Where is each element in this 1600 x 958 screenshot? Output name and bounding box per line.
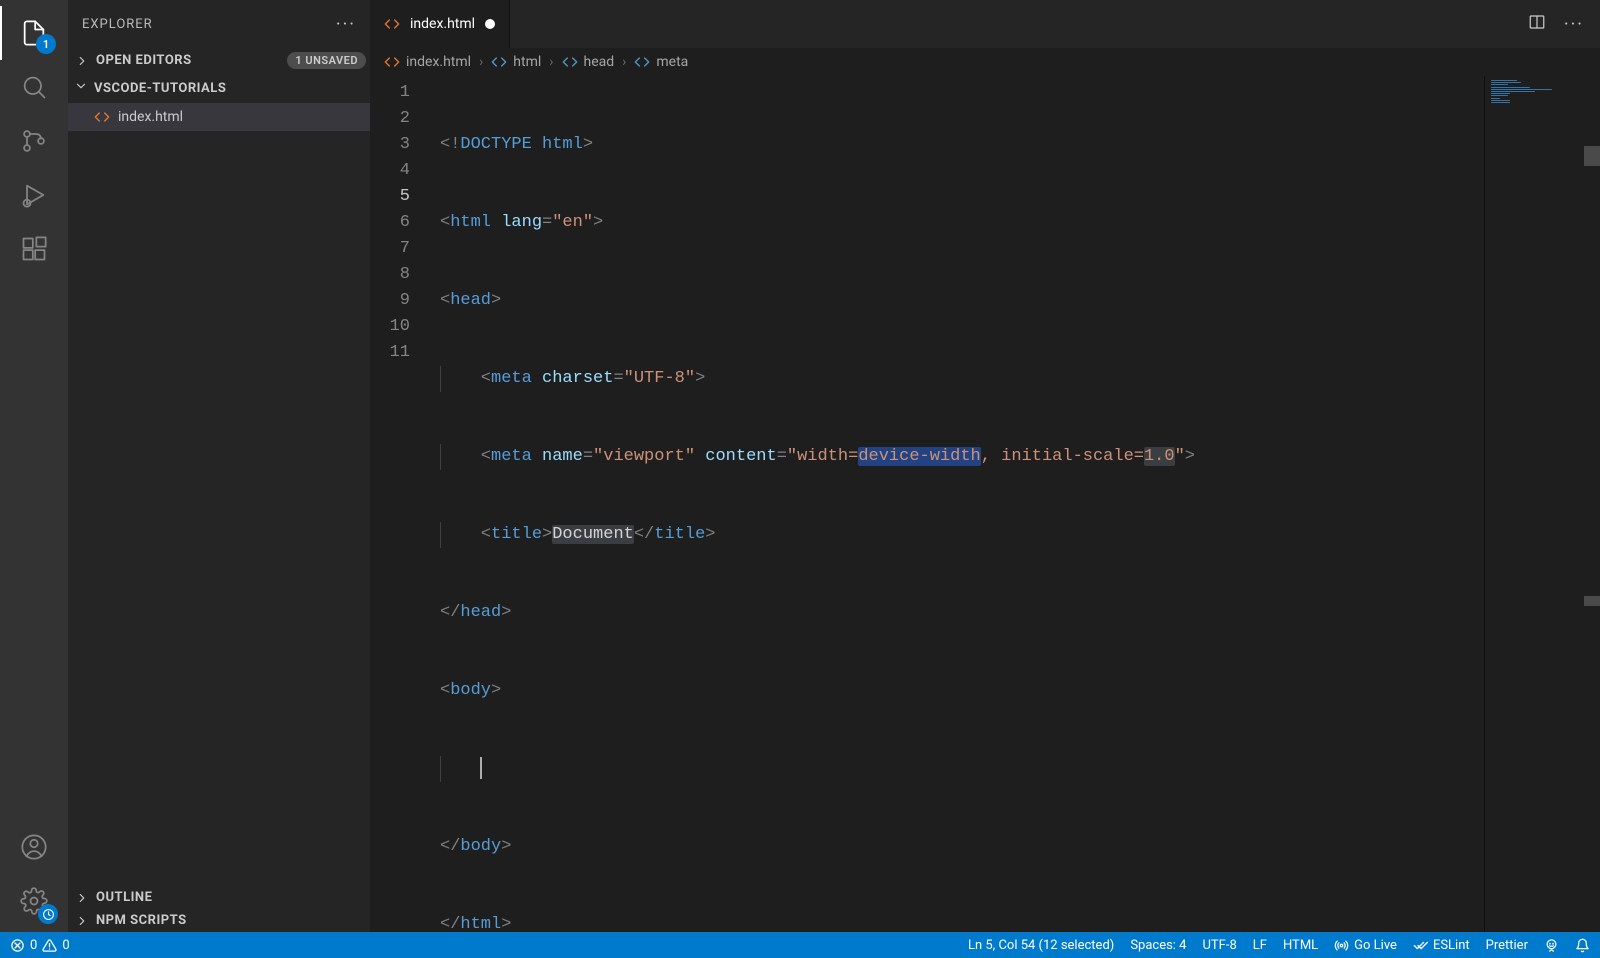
warning-icon bbox=[42, 938, 57, 953]
crumb-label: head bbox=[584, 54, 615, 70]
crumb-meta[interactable]: meta bbox=[634, 54, 688, 70]
activity-accounts[interactable] bbox=[0, 820, 68, 874]
broadcast-icon bbox=[1334, 938, 1349, 953]
crumb-file[interactable]: index.html bbox=[384, 54, 471, 70]
npm-scripts-label: NPM SCRIPTS bbox=[96, 913, 187, 928]
crumb-label: index.html bbox=[406, 54, 471, 70]
html-file-icon bbox=[384, 16, 400, 32]
crumb-sep: › bbox=[622, 54, 626, 70]
status-encoding[interactable]: UTF-8 bbox=[1203, 938, 1237, 953]
activity-settings[interactable] bbox=[0, 874, 68, 928]
folder-name: VSCODE-TUTORIALS bbox=[94, 81, 226, 96]
status-cursor-position[interactable]: Ln 5, Col 54 (12 selected) bbox=[968, 938, 1114, 953]
activity-source-control[interactable] bbox=[0, 114, 68, 168]
html-file-icon bbox=[384, 54, 400, 70]
error-icon bbox=[10, 938, 25, 953]
activity-search[interactable] bbox=[0, 60, 68, 114]
debug-icon bbox=[20, 181, 48, 209]
check-all-icon bbox=[1413, 938, 1428, 953]
status-language-mode[interactable]: HTML bbox=[1283, 938, 1318, 953]
line-number: 1 bbox=[370, 80, 410, 106]
chevron-right-icon bbox=[75, 891, 89, 905]
file-item-index-html[interactable]: index.html bbox=[68, 103, 370, 131]
tab-bar: index.html ··· bbox=[370, 0, 1600, 48]
account-icon bbox=[20, 833, 48, 861]
line-number-gutter: 1 2 3 4 5 6 7 8 9 10 11 bbox=[370, 76, 420, 932]
dirty-indicator bbox=[485, 19, 495, 29]
crumb-label: html bbox=[513, 54, 541, 70]
symbol-icon bbox=[634, 54, 650, 70]
split-editor-button[interactable] bbox=[1528, 13, 1546, 35]
status-warnings-count: 0 bbox=[62, 938, 69, 953]
chevron-down-icon bbox=[74, 79, 88, 93]
status-eslint[interactable]: ESLint bbox=[1413, 938, 1470, 953]
split-editor-icon bbox=[1528, 13, 1546, 31]
status-eol[interactable]: LF bbox=[1253, 938, 1267, 953]
explorer-badge: 1 bbox=[36, 34, 56, 54]
line-number: 11 bbox=[370, 340, 410, 366]
outline-label: OUTLINE bbox=[96, 890, 152, 905]
status-feedback[interactable] bbox=[1544, 938, 1559, 953]
text-cursor bbox=[480, 757, 482, 779]
outline-section[interactable]: OUTLINE bbox=[68, 886, 370, 909]
line-number: 4 bbox=[370, 158, 410, 184]
bell-icon bbox=[1575, 938, 1590, 953]
npm-scripts-section[interactable]: NPM SCRIPTS bbox=[68, 909, 370, 932]
code-content[interactable]: <!DOCTYPE html> <html lang="en"> <head> … bbox=[420, 76, 1484, 932]
sidebar-title: EXPLORER bbox=[82, 17, 153, 32]
search-icon bbox=[20, 73, 48, 101]
crumb-sep: › bbox=[549, 54, 553, 70]
scrollbar[interactable] bbox=[1584, 76, 1600, 932]
activity-bar: 1 bbox=[0, 0, 68, 932]
activity-extensions[interactable] bbox=[0, 222, 68, 276]
line-number: 5 bbox=[370, 184, 410, 210]
file-item-label: index.html bbox=[118, 109, 183, 125]
status-errors-count: 0 bbox=[30, 938, 37, 953]
explorer-sidebar: EXPLORER ··· OPEN EDITORS 1 UNSAVED VSCO… bbox=[68, 0, 370, 932]
status-prettier[interactable]: Prettier bbox=[1486, 938, 1528, 953]
tab-label: index.html bbox=[410, 16, 475, 32]
open-editors-label: OPEN EDITORS bbox=[96, 53, 192, 68]
breadcrumbs[interactable]: index.html › html › head › meta bbox=[370, 48, 1600, 76]
status-go-live[interactable]: Go Live bbox=[1334, 938, 1397, 953]
status-indentation[interactable]: Spaces: 4 bbox=[1130, 938, 1186, 953]
line-number: 10 bbox=[370, 314, 410, 340]
status-bar: 0 0 Ln 5, Col 54 (12 selected) Spaces: 4… bbox=[0, 932, 1600, 958]
settings-sync-badge bbox=[38, 904, 58, 924]
crumb-label: meta bbox=[656, 54, 688, 70]
html-file-icon bbox=[94, 109, 110, 125]
editor-region: index.html ··· index.html › html bbox=[370, 0, 1600, 932]
sidebar-header: EXPLORER ··· bbox=[68, 0, 370, 48]
chevron-right-icon bbox=[75, 54, 89, 68]
activity-run-debug[interactable] bbox=[0, 168, 68, 222]
line-number: 2 bbox=[370, 106, 410, 132]
line-number: 7 bbox=[370, 236, 410, 262]
symbol-icon bbox=[562, 54, 578, 70]
feedback-icon bbox=[1544, 938, 1559, 953]
symbol-icon bbox=[491, 54, 507, 70]
unsaved-pill: 1 UNSAVED bbox=[287, 52, 366, 69]
chevron-right-icon bbox=[75, 914, 89, 928]
line-number: 8 bbox=[370, 262, 410, 288]
crumb-html[interactable]: html bbox=[491, 54, 541, 70]
line-number: 3 bbox=[370, 132, 410, 158]
line-number: 6 bbox=[370, 210, 410, 236]
editor[interactable]: 1 2 3 4 5 6 7 8 9 10 11 <!DOCTYPE html> … bbox=[370, 76, 1600, 932]
status-problems[interactable]: 0 0 bbox=[10, 938, 70, 953]
line-number: 9 bbox=[370, 288, 410, 314]
sidebar-actions-more[interactable]: ··· bbox=[336, 14, 356, 35]
extensions-icon bbox=[20, 235, 48, 263]
status-notifications[interactable] bbox=[1575, 938, 1590, 953]
crumb-head[interactable]: head bbox=[562, 54, 615, 70]
folder-section[interactable]: VSCODE-TUTORIALS bbox=[68, 73, 370, 103]
activity-explorer[interactable]: 1 bbox=[0, 6, 68, 60]
editor-actions-more[interactable]: ··· bbox=[1564, 14, 1584, 35]
crumb-sep: › bbox=[479, 54, 483, 70]
source-control-icon bbox=[20, 127, 48, 155]
minimap[interactable] bbox=[1484, 76, 1584, 932]
open-editors-section[interactable]: OPEN EDITORS 1 UNSAVED bbox=[68, 48, 370, 73]
tab-index-html[interactable]: index.html bbox=[370, 0, 510, 48]
